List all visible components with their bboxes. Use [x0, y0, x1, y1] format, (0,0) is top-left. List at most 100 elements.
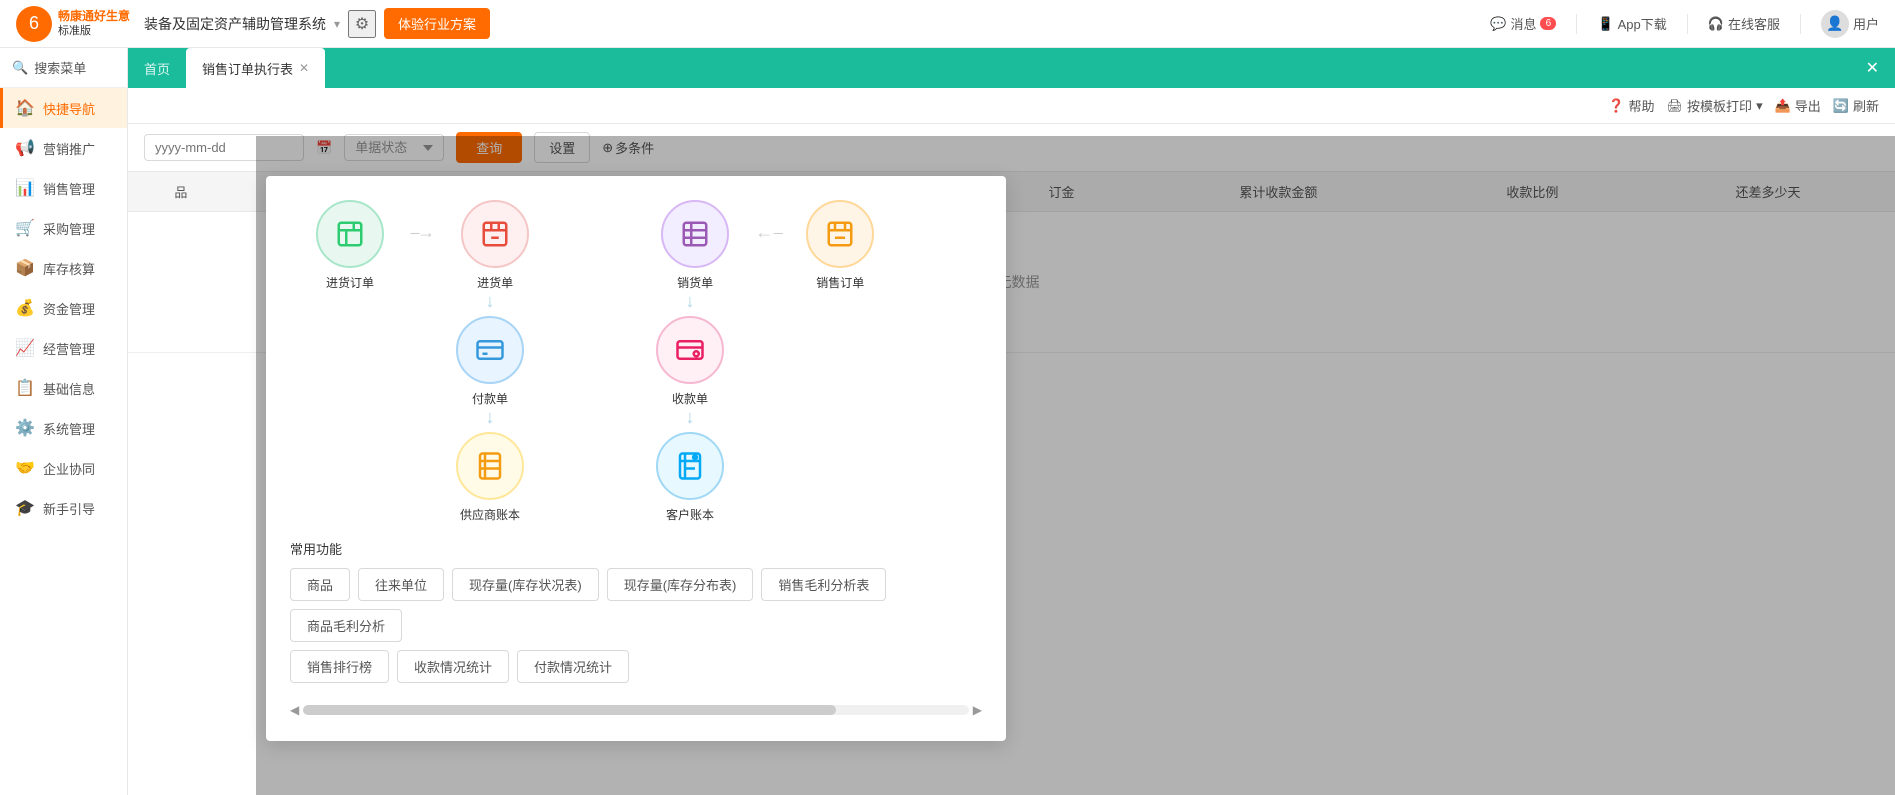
flow-node-receipt[interactable]: 收款单 — [630, 316, 750, 407]
export-button[interactable]: 📤 导出 — [1775, 96, 1821, 115]
cf-btn-payment-stats[interactable]: 付款情况统计 — [517, 650, 629, 683]
app-title-area: 装备及固定资产辅助管理系统 ▾ ⚙ 体验行业方案 — [144, 8, 1490, 39]
cf-btn-stock-status[interactable]: 现存量(库存状况表) — [452, 568, 599, 601]
flow-node-sales-order-2[interactable]: 销售订单 — [780, 200, 900, 291]
download-icon: 📱 — [1597, 16, 1613, 32]
operations-icon: 📈 — [15, 338, 35, 358]
online-service-button[interactable]: 🎧 在线客服 — [1708, 14, 1780, 33]
sidebar-item-sales[interactable]: 📊 销售管理 — [0, 168, 127, 208]
common-function-buttons: 商品 往来单位 现存量(库存状况表) 现存量(库存分布表) 销售毛利分析表 商品… — [290, 568, 982, 642]
tab-bar-inner: 首页 销售订单执行表 ✕ ✕ — [128, 48, 1895, 88]
purchase-icon: 🛒 — [15, 218, 35, 238]
cf-btn-receipt-stats[interactable]: 收款情况统计 — [397, 650, 509, 683]
flow-row-2: 供应商账本 客户账本 — [290, 432, 982, 523]
common-functions-title: 常用功能 — [290, 539, 982, 558]
tab-bar-close[interactable]: ✕ — [1866, 58, 1895, 78]
modal-scrollbar-area: ◀ ▶ — [290, 703, 982, 717]
modal-overlay: 进货订单 - - - - → — [256, 136, 1895, 795]
sidebar-item-finance[interactable]: 💰 资金管理 — [0, 288, 127, 328]
user-button[interactable]: 👤 用户 — [1821, 10, 1879, 38]
modal-scrollbar[interactable]: ◀ ▶ — [290, 703, 982, 717]
logo-area: 6 畅康通好生意 标准版 — [16, 6, 144, 42]
tab-sales-order[interactable]: 销售订单执行表 ✕ — [186, 48, 325, 88]
help-icon: ❓ — [1608, 98, 1624, 114]
receipt-icon — [656, 316, 724, 384]
refresh-icon: 🔄 — [1833, 98, 1849, 114]
scroll-left-icon[interactable]: ◀ — [290, 703, 299, 717]
flow-row-1: 付款单 收款单 — [290, 316, 982, 407]
cf-btn-goods-margin[interactable]: 商品毛利分析 — [290, 609, 402, 642]
flow-diagram: 进货订单 - - - - → — [290, 200, 982, 523]
print-button[interactable]: 🖨 按模板打印 ▾ — [1667, 96, 1763, 115]
main-layout: 🔍 搜索菜单 🏠 快捷导航 📢 营销推广 📊 销售管理 🛒 采购管理 📦 — [0, 48, 1895, 795]
purchase-receipt-icon — [461, 200, 529, 268]
sidebar-item-system[interactable]: ⚙️ 系统管理 — [0, 408, 127, 448]
arrow-1: - - - - → — [410, 222, 435, 243]
scroll-thumb[interactable] — [303, 705, 835, 715]
customer-ledger-icon — [656, 432, 724, 500]
print-icon: 🖨 — [1667, 98, 1684, 114]
close-icon[interactable]: ✕ — [1866, 58, 1879, 78]
search-icon: 🔍 — [12, 60, 28, 76]
top-right-actions: 💬 消息 6 📱 App下载 🎧 在线客服 👤 用户 — [1490, 10, 1879, 38]
sidebar-item-quick-nav[interactable]: 🏠 快捷导航 — [0, 88, 127, 128]
cf-btn-goods[interactable]: 商品 — [290, 568, 350, 601]
flow-node-purchase-order[interactable]: 进货订单 — [290, 200, 410, 291]
divider1 — [1576, 14, 1577, 34]
flow-node-customer-ledger[interactable]: 客户账本 — [630, 432, 750, 523]
sidebar-item-newbie[interactable]: 🎓 新手引导 — [0, 488, 127, 528]
flow-node-supplier-ledger[interactable]: 供应商账本 — [430, 432, 550, 523]
sales-order-icon — [661, 200, 729, 268]
refresh-button[interactable]: 🔄 刷新 — [1833, 96, 1879, 115]
sidebar-item-inventory[interactable]: 📦 库存核算 — [0, 248, 127, 288]
sidebar-search[interactable]: 🔍 搜索菜单 — [0, 48, 127, 88]
sidebar-item-basic-info[interactable]: 📋 基础信息 — [0, 368, 127, 408]
cf-btn-stock-dist[interactable]: 现存量(库存分布表) — [607, 568, 754, 601]
tab-home[interactable]: 首页 — [128, 48, 186, 88]
sidebar-item-marketing[interactable]: 📢 营销推广 — [0, 128, 127, 168]
common-function-buttons-row2: 销售排行榜 收款情况统计 付款情况统计 — [290, 650, 982, 683]
logo-icon: 6 — [16, 6, 52, 42]
print-dropdown-icon: ▾ — [1756, 98, 1763, 114]
tab-bar: 首页 销售订单执行表 ✕ ✕ — [128, 48, 1895, 88]
payment-icon — [456, 316, 524, 384]
export-icon: 📤 — [1775, 98, 1791, 114]
app-title-dropdown-icon[interactable]: ▾ — [334, 17, 340, 31]
marketing-icon: 📢 — [15, 138, 35, 158]
help-button[interactable]: ❓ 帮助 — [1608, 96, 1654, 115]
message-button[interactable]: 💬 消息 6 — [1490, 14, 1556, 33]
sidebar-item-enterprise[interactable]: 🤝 企业协同 — [0, 448, 127, 488]
supplier-ledger-icon — [456, 432, 524, 500]
down-arrow-1: ↓ — [430, 291, 550, 312]
flow-row-arrows: ↓ ↓ — [290, 291, 982, 312]
scroll-track[interactable] — [303, 705, 969, 715]
app-download-button[interactable]: 📱 App下载 — [1597, 14, 1666, 33]
flow-row-arrows-2: ↓ ↓ — [290, 407, 982, 428]
settings-button[interactable]: ⚙ — [348, 10, 376, 38]
arrow-2: ← - - - - — [755, 222, 780, 243]
app-title: 装备及固定资产辅助管理系统 — [144, 14, 326, 34]
message-icon: 💬 — [1490, 16, 1506, 32]
sidebar-item-operations[interactable]: 📈 经营管理 — [0, 328, 127, 368]
cf-btn-sales-rank[interactable]: 销售排行榜 — [290, 650, 389, 683]
sidebar: 🔍 搜索菜单 🏠 快捷导航 📢 营销推广 📊 销售管理 🛒 采购管理 📦 — [0, 48, 128, 795]
flow-node-sales-order[interactable]: 销货单 — [635, 200, 755, 291]
logo-text: 畅康通好生意 标准版 — [58, 9, 130, 39]
tab-close-icon[interactable]: ✕ — [299, 61, 309, 75]
cf-btn-counterpart[interactable]: 往来单位 — [358, 568, 444, 601]
flow-node-payment[interactable]: 付款单 — [430, 316, 550, 407]
flow-row-0: 进货订单 - - - - → — [290, 200, 982, 291]
flow-node-purchase-receipt[interactable]: 进货单 — [435, 200, 555, 291]
system-icon: ⚙️ — [15, 418, 35, 438]
purchase-order-icon — [316, 200, 384, 268]
scroll-right-icon[interactable]: ▶ — [973, 703, 982, 717]
cf-btn-sales-margin[interactable]: 销售毛利分析表 — [761, 568, 886, 601]
flow-modal: 进货订单 - - - - → — [266, 176, 1006, 741]
divider2 — [1687, 14, 1688, 34]
common-functions: 常用功能 商品 往来单位 现存量(库存状况表) 现存量(库存分布表) 销售毛利分… — [290, 539, 982, 683]
content-toolbar: ❓ 帮助 🖨 按模板打印 ▾ 📤 导出 🔄 刷新 — [128, 88, 1895, 124]
col-product-thumb: 品 — [128, 172, 234, 212]
trial-button[interactable]: 体验行业方案 — [384, 8, 490, 39]
finance-icon: 💰 — [15, 298, 35, 318]
sidebar-item-purchase[interactable]: 🛒 采购管理 — [0, 208, 127, 248]
